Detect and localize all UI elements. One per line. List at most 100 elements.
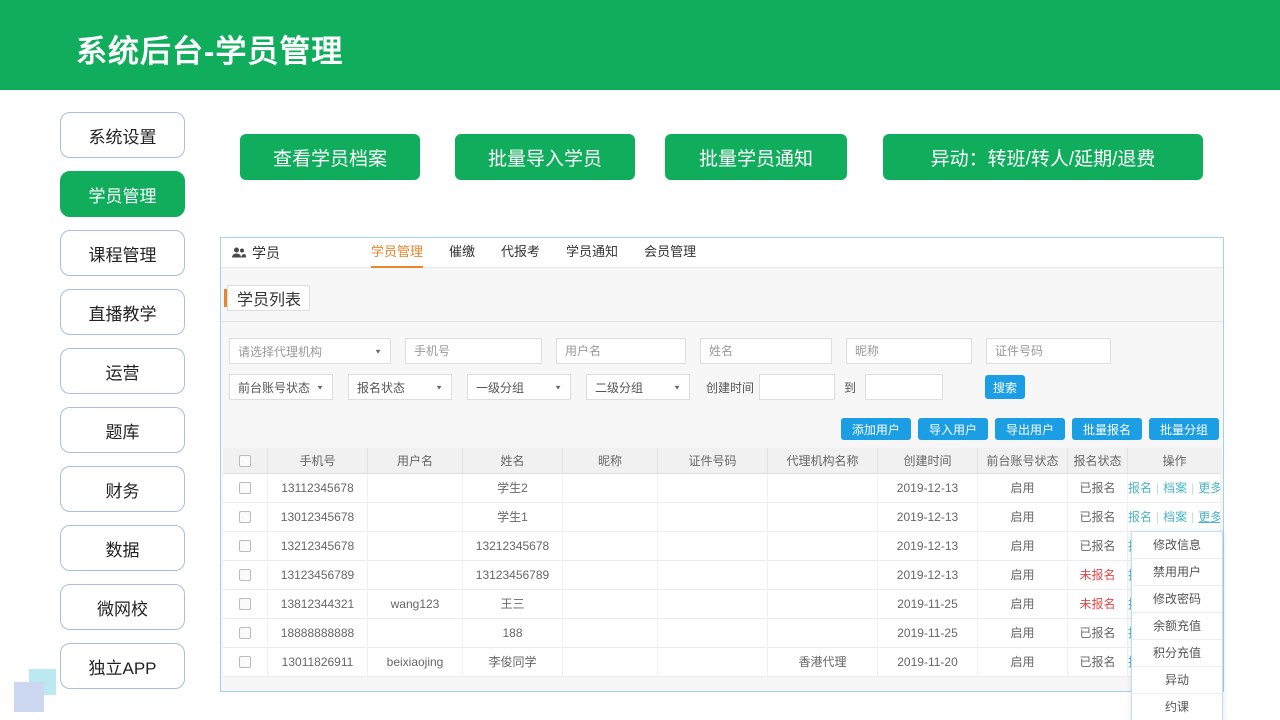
menu-item-disable-user[interactable]: 禁用用户 (1132, 559, 1222, 586)
cell-agency (768, 619, 878, 648)
bulk-group-button[interactable]: 批量分组 (1149, 418, 1219, 440)
group2-select[interactable]: 二级分组 ▼ (586, 374, 690, 400)
export-users-button[interactable]: 导出用户 (995, 418, 1065, 440)
menu-item-edit-info[interactable]: 修改信息 (1132, 532, 1222, 559)
column-header: 创建时间 (878, 448, 978, 474)
section-header: 学员列表 (224, 288, 1223, 308)
cell-phone: 13123456789 (268, 561, 368, 590)
row-checkbox[interactable] (239, 569, 251, 581)
quick-action-button[interactable]: 异动：转班/转人/延期/退费 (883, 134, 1203, 180)
chevron-down-icon: ▼ (673, 383, 681, 390)
name-filter-input[interactable] (700, 338, 832, 364)
tab[interactable]: 催缴 (449, 238, 475, 268)
module-label: 学员 (231, 243, 371, 263)
sidebar-item[interactable]: 直播教学 (60, 289, 185, 335)
column-header: 手机号 (268, 448, 368, 474)
sidebar-item[interactable]: 学员管理 (60, 171, 185, 217)
quick-action-button[interactable]: 批量学员通知 (665, 134, 847, 180)
sidebar: 系统设置学员管理课程管理直播教学运营题库财务数据微网校独立APP (60, 112, 185, 702)
more-link[interactable]: 更多 (1198, 481, 1221, 495)
cell-created: 2019-11-25 (878, 590, 978, 619)
cell-signup_status: 已报名 (1068, 532, 1128, 561)
column-header: 昵称 (563, 448, 658, 474)
sidebar-item[interactable]: 运营 (60, 348, 185, 394)
group1-select[interactable]: 一级分组▼ (467, 374, 571, 400)
select-all-cell (223, 448, 268, 474)
cell-agency (768, 532, 878, 561)
chevron-down-icon: ▼ (435, 383, 443, 390)
profile-link[interactable]: 档案 (1163, 510, 1187, 524)
row-checkbox[interactable] (239, 656, 251, 668)
column-header: 操作 (1128, 448, 1221, 474)
menu-item-balance-recharge[interactable]: 余额充值 (1132, 613, 1222, 640)
tab[interactable]: 代报考 (501, 238, 540, 268)
select-all-checkbox[interactable] (239, 455, 251, 467)
cell-account_status: 启用 (978, 503, 1068, 532)
menu-item-transfer[interactable]: 异动 (1132, 667, 1222, 694)
sidebar-item[interactable]: 财务 (60, 466, 185, 512)
bulk-signup-button[interactable]: 批量报名 (1072, 418, 1142, 440)
cell-signup_status: 已报名 (1068, 619, 1128, 648)
menu-item-points-recharge[interactable]: 积分充值 (1132, 640, 1222, 667)
username-filter-input[interactable] (556, 338, 686, 364)
cell-signup_status: 未报名 (1068, 590, 1128, 619)
cell-name: 王三 (463, 590, 563, 619)
import-users-button[interactable]: 导入用户 (918, 418, 988, 440)
cell-phone: 18888888888 (268, 619, 368, 648)
sidebar-item[interactable]: 课程管理 (60, 230, 185, 276)
row-checkbox-cell (223, 619, 268, 648)
cell-name: 13123456789 (463, 561, 563, 590)
to-label: 到 (844, 379, 856, 396)
row-checkbox[interactable] (239, 627, 251, 639)
column-header: 前台账号状态 (978, 448, 1068, 474)
nickname-filter-input[interactable] (846, 338, 972, 364)
cell-id_no (658, 619, 768, 648)
column-header: 代理机构名称 (768, 448, 878, 474)
column-header: 姓名 (463, 448, 563, 474)
tab[interactable]: 学员管理 (371, 238, 423, 268)
tab[interactable]: 会员管理 (644, 238, 696, 268)
row-checkbox[interactable] (239, 540, 251, 552)
sidebar-item[interactable]: 题库 (60, 407, 185, 453)
search-button[interactable]: 搜索 (985, 375, 1025, 399)
quick-action-button[interactable]: 批量导入学员 (455, 134, 635, 180)
menu-item-change-password[interactable]: 修改密码 (1132, 586, 1222, 613)
app-header: 系统后台-学员管理 (0, 0, 1280, 90)
row-checkbox-cell (223, 503, 268, 532)
select-value: 二级分组 (595, 379, 643, 396)
account-status-select[interactable]: 前台账号状态▼ (229, 374, 333, 400)
cell-nickname (563, 619, 658, 648)
row-checkbox[interactable] (239, 598, 251, 610)
sidebar-item[interactable]: 系统设置 (60, 112, 185, 158)
profile-link[interactable]: 档案 (1163, 481, 1187, 495)
add-user-button[interactable]: 添加用户 (841, 418, 911, 440)
row-checkbox[interactable] (239, 482, 251, 494)
cell-id_no (658, 590, 768, 619)
page-title: 系统后台-学员管理 (76, 26, 343, 71)
tab[interactable]: 学员通知 (566, 238, 618, 268)
sidebar-item[interactable]: 独立APP (60, 643, 185, 689)
agency-select[interactable]: 请选择代理机构▼ (229, 338, 391, 364)
cell-created: 2019-12-13 (878, 561, 978, 590)
cell-id_no (658, 532, 768, 561)
signup-link[interactable]: 报名 (1128, 481, 1152, 495)
sidebar-item[interactable]: 微网校 (60, 584, 185, 630)
table-header: 手机号用户名姓名昵称证件号码代理机构名称创建时间前台账号状态报名状态操作1311… (223, 448, 1221, 677)
more-link[interactable]: 更多 (1198, 510, 1221, 524)
column-header: 证件号码 (658, 448, 768, 474)
sidebar-item[interactable]: 数据 (60, 525, 185, 571)
signup-link[interactable]: 报名 (1128, 510, 1152, 524)
cell-agency (768, 474, 878, 503)
cell-name: 学生2 (463, 474, 563, 503)
created-to-input[interactable] (865, 374, 943, 400)
idno-filter-input[interactable] (986, 338, 1111, 364)
quick-action-button[interactable]: 查看学员档案 (240, 134, 420, 180)
student-panel: 学员 学员管理催缴代报考学员通知会员管理 学员列表 请选择代理机构▼ 前台账号状… (220, 237, 1224, 692)
column-header: 用户名 (368, 448, 463, 474)
row-checkbox[interactable] (239, 511, 251, 523)
signup-status-select[interactable]: 报名状态▼ (348, 374, 452, 400)
menu-item-book-lesson[interactable]: 约课 (1132, 694, 1222, 720)
created-from-input[interactable] (759, 374, 835, 400)
phone-filter-input[interactable] (405, 338, 542, 364)
link-separator: | (1156, 481, 1159, 495)
